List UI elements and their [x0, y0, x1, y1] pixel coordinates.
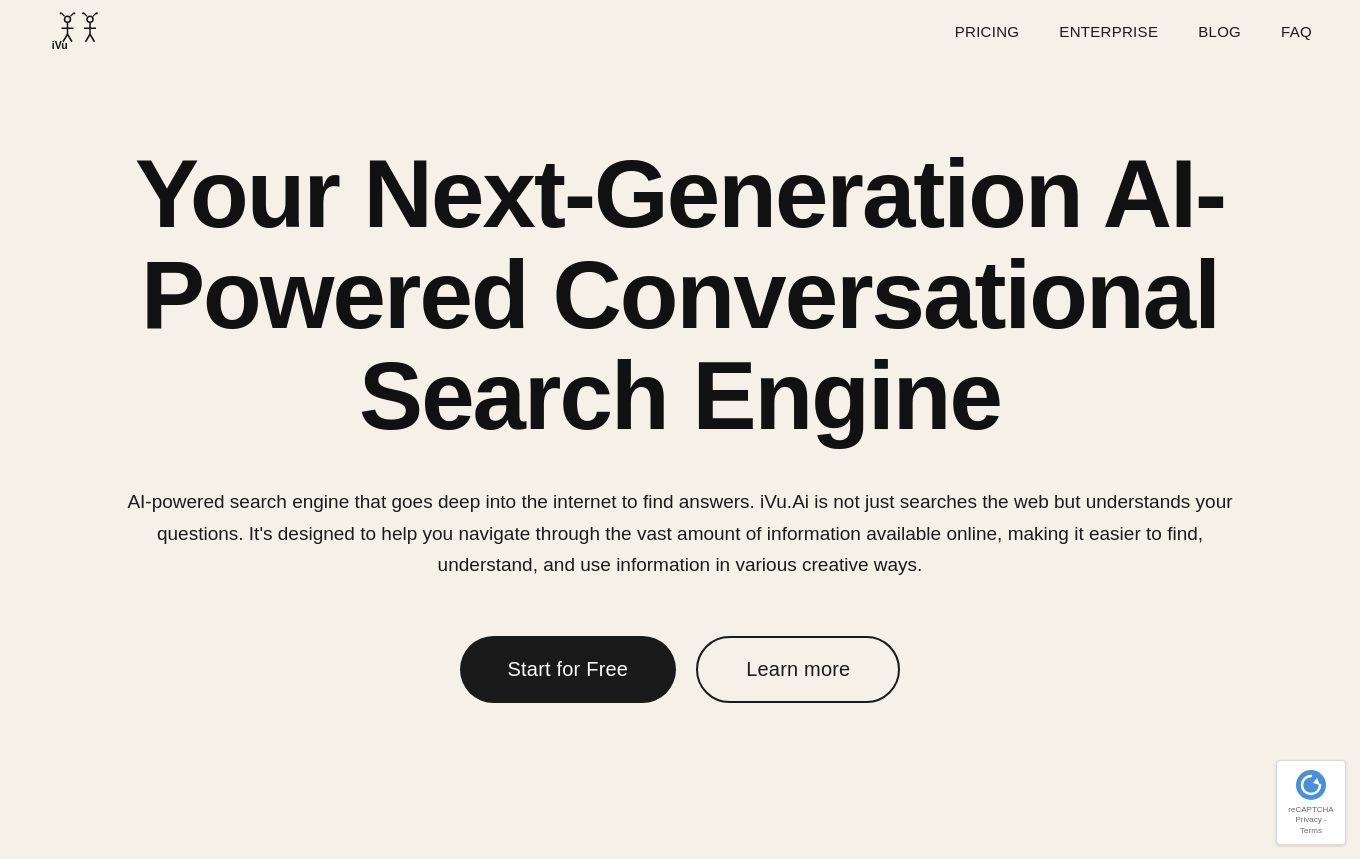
- nav-link-enterprise[interactable]: ENTERPRISE: [1059, 23, 1158, 40]
- svg-line-5: [62, 13, 65, 16]
- logo-icon: iVu: [48, 10, 108, 54]
- nav-link-blog[interactable]: BLOG: [1198, 23, 1241, 40]
- hero-buttons: Start for Free Learn more: [460, 636, 901, 703]
- hero-title: Your Next-Generation AI-Powered Conversa…: [120, 144, 1240, 446]
- svg-point-17: [96, 12, 98, 14]
- nav-item-faq[interactable]: FAQ: [1281, 23, 1312, 41]
- nav-link-faq[interactable]: FAQ: [1281, 23, 1312, 40]
- recaptcha-logo-icon: [1295, 769, 1327, 801]
- svg-point-0: [65, 16, 71, 22]
- hero-section: Your Next-Generation AI-Powered Conversa…: [0, 64, 1360, 763]
- svg-line-4: [68, 34, 73, 42]
- nav-links: PRICING ENTERPRISE BLOG FAQ: [955, 23, 1312, 41]
- nav-item-enterprise[interactable]: ENTERPRISE: [1059, 23, 1158, 41]
- recaptcha-sublabel: Privacy - Terms: [1289, 815, 1333, 836]
- hero-description: AI-powered search engine that goes deep …: [120, 486, 1240, 580]
- svg-point-6: [60, 12, 62, 14]
- nav-item-pricing[interactable]: PRICING: [955, 23, 1020, 41]
- svg-point-9: [87, 16, 93, 22]
- recaptcha-badge: reCAPTCHA Privacy - Terms: [1276, 760, 1346, 845]
- svg-text:iVu: iVu: [52, 39, 68, 51]
- recaptcha-label: reCAPTCHA: [1288, 805, 1333, 815]
- svg-point-8: [73, 12, 75, 14]
- svg-line-14: [84, 13, 87, 16]
- learn-more-button[interactable]: Learn more: [696, 636, 900, 703]
- start-for-free-button[interactable]: Start for Free: [460, 636, 677, 703]
- svg-point-15: [82, 12, 84, 14]
- svg-line-12: [86, 34, 91, 42]
- svg-point-19: [1296, 770, 1326, 800]
- nav-link-pricing[interactable]: PRICING: [955, 23, 1020, 40]
- svg-line-13: [90, 34, 95, 42]
- logo-link[interactable]: iVu: [48, 10, 108, 54]
- svg-line-16: [93, 13, 96, 16]
- navbar: iVu PRICING ENTERPRISE BLOG FAQ: [0, 0, 1360, 64]
- nav-item-blog[interactable]: BLOG: [1198, 23, 1241, 41]
- svg-line-7: [71, 13, 74, 16]
